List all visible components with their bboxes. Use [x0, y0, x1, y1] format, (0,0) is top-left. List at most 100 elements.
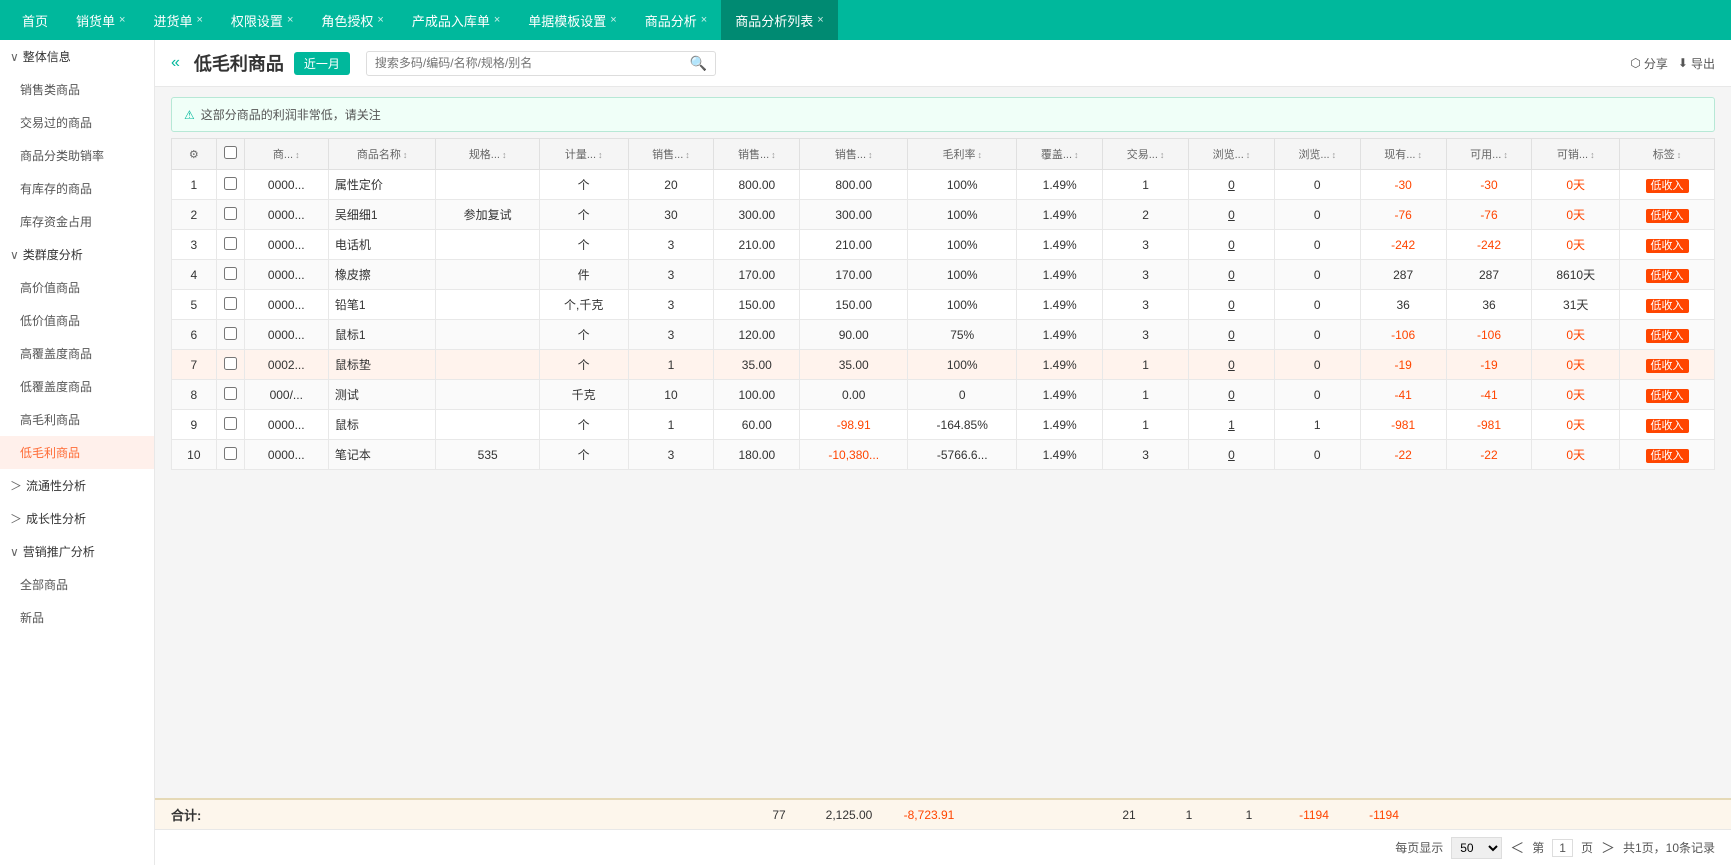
row-trade: 1 [1103, 350, 1189, 380]
row-browse1[interactable]: 0 [1188, 230, 1274, 260]
th-current-stock[interactable]: 现有...↕ [1360, 139, 1446, 170]
per-page-select[interactable]: 50 20 100 [1451, 837, 1502, 859]
close-icon[interactable]: × [287, 14, 293, 26]
sidebar-item-high-value[interactable]: 高价值商品 [0, 271, 154, 304]
row-check[interactable] [216, 320, 244, 350]
th-unit[interactable]: 计量...↕ [539, 139, 628, 170]
row-check[interactable] [216, 380, 244, 410]
th-gross-rate[interactable]: 毛利率↕ [908, 139, 1017, 170]
row-check[interactable] [216, 170, 244, 200]
row-check[interactable] [216, 440, 244, 470]
row-tag: 低收入 [1620, 320, 1715, 350]
nav-product-entry[interactable]: 产成品入库单 × [398, 0, 514, 40]
footer-cell [391, 808, 419, 822]
row-trade: 1 [1103, 410, 1189, 440]
sidebar-item-low-margin[interactable]: 低毛利商品 [0, 436, 154, 469]
sidebar-group-label: 营销推广分析 [23, 543, 95, 560]
search-input[interactable] [375, 56, 690, 70]
row-check[interactable] [216, 290, 244, 320]
sidebar-item-low-coverage[interactable]: 低覆盖度商品 [0, 370, 154, 403]
close-icon[interactable]: × [196, 14, 202, 26]
period-button[interactable]: 近一月 [294, 52, 350, 75]
sidebar-group-liquidity[interactable]: ＞ 流通性分析 [0, 469, 154, 502]
th-coverage[interactable]: 覆盖...↕ [1017, 139, 1103, 170]
sidebar-item-low-value[interactable]: 低价值商品 [0, 304, 154, 337]
row-gross-rate: 100% [908, 350, 1017, 380]
table-wrap[interactable]: ⚙ 商...↕ 商品名称↕ 规格...↕ 计量...↕ 销售...↕ 销售...… [155, 138, 1731, 798]
sidebar-group-cluster[interactable]: ∨ 类群度分析 [0, 238, 154, 271]
row-check[interactable] [216, 230, 244, 260]
row-browse1[interactable]: 1 [1188, 410, 1274, 440]
th-settings[interactable]: ⚙ [172, 139, 217, 170]
th-browse2[interactable]: 浏览...↕ [1274, 139, 1360, 170]
nav-role-auth[interactable]: 角色授权 × [307, 0, 397, 40]
row-browse1[interactable]: 0 [1188, 380, 1274, 410]
th-available[interactable]: 可用...↕ [1446, 139, 1532, 170]
sidebar-item-high-coverage[interactable]: 高覆盖度商品 [0, 337, 154, 370]
close-icon[interactable]: × [817, 14, 823, 26]
row-check[interactable] [216, 350, 244, 380]
share-button[interactable]: ⬡ 分享 [1630, 55, 1668, 72]
next-page-button[interactable]: ＞ [1601, 838, 1615, 858]
footer-cell: -1194 [1349, 808, 1419, 822]
th-code[interactable]: 商...↕ [244, 139, 328, 170]
row-browse1[interactable]: 0 [1188, 440, 1274, 470]
row-browse1[interactable]: 0 [1188, 200, 1274, 230]
sidebar-item-high-margin[interactable]: 高毛利商品 [0, 403, 154, 436]
row-name: 属性定价 [328, 170, 436, 200]
export-button[interactable]: ⬇ 导出 [1678, 55, 1715, 72]
sidebar-item-in-stock[interactable]: 有库存的商品 [0, 172, 154, 205]
row-available: -41 [1446, 380, 1532, 410]
th-sales-price[interactable]: 销售...↕ [714, 139, 800, 170]
sidebar-item-traded-products[interactable]: 交易过的商品 [0, 106, 154, 139]
nav-product-analysis-list[interactable]: 商品分析列表 × [721, 0, 837, 40]
row-gross-rate: 100% [908, 230, 1017, 260]
sidebar-group-overall[interactable]: ∨ 整体信息 [0, 40, 154, 73]
th-tag[interactable]: 标签↕ [1620, 139, 1715, 170]
row-browse1[interactable]: 0 [1188, 290, 1274, 320]
sidebar-item-sales-products[interactable]: 销售类商品 [0, 73, 154, 106]
close-icon[interactable]: × [377, 14, 383, 26]
row-spec [436, 380, 539, 410]
row-check[interactable] [216, 200, 244, 230]
th-name[interactable]: 商品名称↕ [328, 139, 436, 170]
th-trade[interactable]: 交易...↕ [1103, 139, 1189, 170]
sidebar-item-category-rate[interactable]: 商品分类助销率 [0, 139, 154, 172]
row-saleable: 0天 [1532, 200, 1620, 230]
nav-purchase-order[interactable]: 进货单 × [139, 0, 216, 40]
sidebar-item-new-products[interactable]: 新品 [0, 601, 154, 634]
select-all-checkbox[interactable] [224, 146, 237, 159]
nav-product-analysis[interactable]: 商品分析 × [631, 0, 721, 40]
close-icon[interactable]: × [610, 14, 616, 26]
row-check[interactable] [216, 260, 244, 290]
nav-permissions[interactable]: 权限设置 × [217, 0, 307, 40]
row-tag: 低收入 [1620, 350, 1715, 380]
sidebar-item-stock-funds[interactable]: 库存资金占用 [0, 205, 154, 238]
row-browse1[interactable]: 0 [1188, 260, 1274, 290]
sidebar-group-growth[interactable]: ＞ 成长性分析 [0, 502, 154, 535]
th-browse1[interactable]: 浏览...↕ [1188, 139, 1274, 170]
sidebar-item-all-products[interactable]: 全部商品 [0, 568, 154, 601]
th-sales-amount[interactable]: 销售...↕ [800, 139, 908, 170]
th-sales-qty[interactable]: 销售...↕ [628, 139, 714, 170]
row-num: 1 [172, 170, 217, 200]
row-browse1[interactable]: 0 [1188, 320, 1274, 350]
th-saleable[interactable]: 可销...↕ [1532, 139, 1620, 170]
sidebar-group-marketing[interactable]: ∨ 营销推广分析 [0, 535, 154, 568]
th-check[interactable] [216, 139, 244, 170]
th-spec[interactable]: 规格...↕ [436, 139, 539, 170]
nav-home[interactable]: 首页 [8, 0, 62, 40]
nav-template-settings[interactable]: 单据模板设置 × [514, 0, 630, 40]
close-icon[interactable]: × [701, 14, 707, 26]
row-check[interactable] [216, 410, 244, 440]
row-browse1[interactable]: 0 [1188, 170, 1274, 200]
per-page-label: 每页显示 [1395, 839, 1443, 856]
row-sales-qty: 20 [628, 170, 714, 200]
prev-page-button[interactable]: ＜ [1510, 838, 1524, 858]
row-code: 0000... [244, 290, 328, 320]
row-browse1[interactable]: 0 [1188, 350, 1274, 380]
close-icon[interactable]: × [119, 14, 125, 26]
nav-sales-order[interactable]: 销货单 × [62, 0, 139, 40]
collapse-sidebar-button[interactable]: « [171, 54, 180, 72]
close-icon[interactable]: × [494, 14, 500, 26]
